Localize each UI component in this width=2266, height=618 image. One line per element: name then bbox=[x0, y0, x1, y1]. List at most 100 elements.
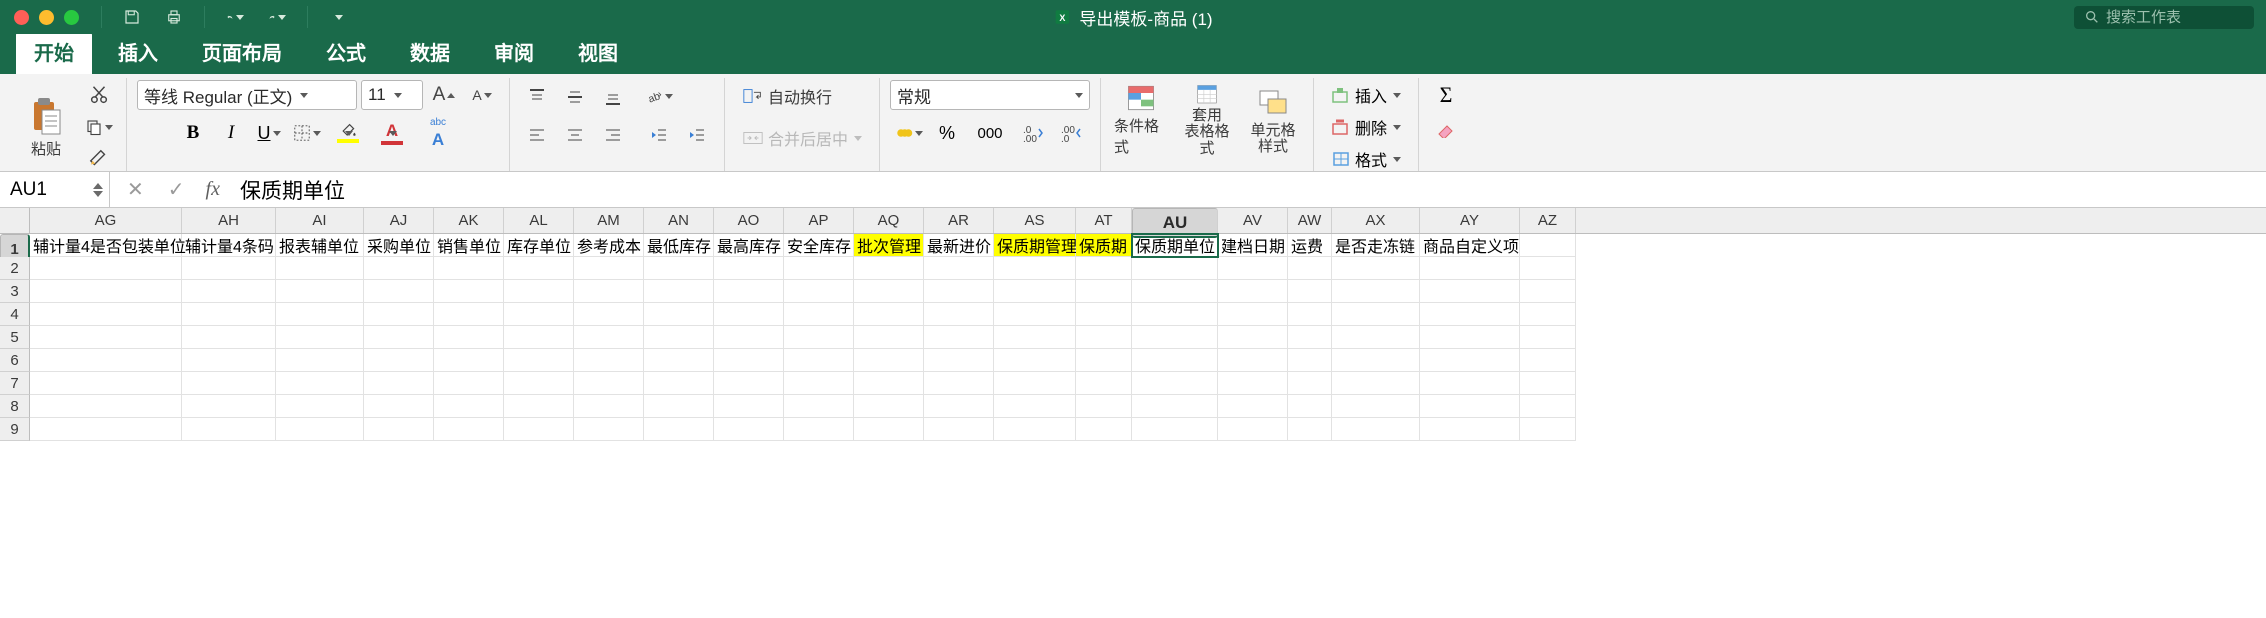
cell[interactable] bbox=[434, 395, 504, 418]
accounting-format-button[interactable] bbox=[892, 118, 926, 148]
cell[interactable] bbox=[1420, 280, 1520, 303]
cell[interactable] bbox=[574, 395, 644, 418]
cell[interactable] bbox=[924, 303, 994, 326]
cell[interactable] bbox=[854, 280, 924, 303]
cell[interactable] bbox=[1288, 280, 1332, 303]
cell[interactable] bbox=[1288, 326, 1332, 349]
cut-button[interactable] bbox=[82, 80, 116, 110]
cell[interactable] bbox=[714, 349, 784, 372]
cell[interactable] bbox=[1332, 257, 1420, 280]
cell[interactable] bbox=[276, 395, 364, 418]
cell[interactable] bbox=[1218, 303, 1288, 326]
cell[interactable] bbox=[1332, 280, 1420, 303]
cell[interactable] bbox=[784, 418, 854, 441]
cell[interactable] bbox=[182, 418, 276, 441]
cell[interactable]: 报表辅单位 bbox=[276, 234, 364, 257]
cell[interactable] bbox=[1420, 395, 1520, 418]
cell[interactable] bbox=[1288, 349, 1332, 372]
cell[interactable]: 保质期 bbox=[1076, 234, 1132, 257]
cell[interactable] bbox=[1132, 349, 1218, 372]
zoom-window-icon[interactable] bbox=[64, 10, 79, 25]
cell[interactable] bbox=[504, 372, 574, 395]
cell[interactable] bbox=[276, 418, 364, 441]
cell[interactable] bbox=[1288, 395, 1332, 418]
cell[interactable] bbox=[924, 326, 994, 349]
close-window-icon[interactable] bbox=[14, 10, 29, 25]
cell[interactable] bbox=[30, 372, 182, 395]
cell[interactable] bbox=[1332, 326, 1420, 349]
paste-button[interactable]: 粘贴 bbox=[16, 87, 76, 167]
cell[interactable] bbox=[644, 372, 714, 395]
row-header[interactable]: 2 bbox=[0, 257, 30, 280]
cell[interactable] bbox=[644, 395, 714, 418]
cell[interactable] bbox=[1218, 326, 1288, 349]
cell[interactable] bbox=[364, 303, 434, 326]
cell[interactable] bbox=[1076, 395, 1132, 418]
column-header[interactable]: AO bbox=[714, 208, 784, 233]
cell[interactable] bbox=[574, 303, 644, 326]
cell[interactable] bbox=[644, 303, 714, 326]
cell[interactable]: 保质期单位 bbox=[1132, 234, 1218, 257]
row-header[interactable]: 7 bbox=[0, 372, 30, 395]
cell[interactable] bbox=[574, 257, 644, 280]
cell[interactable] bbox=[1218, 349, 1288, 372]
cell[interactable] bbox=[994, 372, 1076, 395]
cell[interactable] bbox=[854, 395, 924, 418]
column-header[interactable]: AL bbox=[504, 208, 574, 233]
search-input[interactable] bbox=[2106, 9, 2236, 26]
cell[interactable] bbox=[644, 349, 714, 372]
cell[interactable] bbox=[30, 303, 182, 326]
align-right-button[interactable] bbox=[596, 120, 630, 150]
cell[interactable] bbox=[434, 257, 504, 280]
cell[interactable] bbox=[854, 303, 924, 326]
clear-button[interactable] bbox=[1429, 114, 1463, 144]
cell[interactable] bbox=[1132, 418, 1218, 441]
cell[interactable] bbox=[364, 349, 434, 372]
align-top-button[interactable] bbox=[520, 82, 554, 112]
cell[interactable] bbox=[1076, 303, 1132, 326]
cell[interactable] bbox=[574, 326, 644, 349]
cell[interactable] bbox=[504, 418, 574, 441]
cell[interactable] bbox=[924, 418, 994, 441]
cell[interactable] bbox=[994, 349, 1076, 372]
align-middle-button[interactable] bbox=[558, 82, 592, 112]
customize-qat-icon[interactable] bbox=[326, 5, 350, 29]
column-header[interactable]: AN bbox=[644, 208, 714, 233]
insert-cells-button[interactable]: 插入 bbox=[1324, 80, 1408, 110]
cell[interactable] bbox=[1520, 257, 1576, 280]
cell[interactable] bbox=[182, 303, 276, 326]
increase-indent-button[interactable] bbox=[680, 120, 714, 150]
cell[interactable] bbox=[924, 349, 994, 372]
cell[interactable] bbox=[644, 418, 714, 441]
cell[interactable] bbox=[364, 257, 434, 280]
cell[interactable] bbox=[364, 418, 434, 441]
cell[interactable] bbox=[644, 326, 714, 349]
cell[interactable] bbox=[1076, 280, 1132, 303]
cell[interactable] bbox=[784, 349, 854, 372]
cell[interactable] bbox=[784, 326, 854, 349]
cell[interactable] bbox=[994, 326, 1076, 349]
cell[interactable] bbox=[1520, 372, 1576, 395]
cell[interactable] bbox=[30, 418, 182, 441]
column-header[interactable]: AW bbox=[1288, 208, 1332, 233]
conditional-format-button[interactable]: 条件格式 bbox=[1111, 80, 1171, 160]
cell[interactable] bbox=[784, 395, 854, 418]
cell[interactable] bbox=[434, 280, 504, 303]
cell[interactable] bbox=[784, 257, 854, 280]
cell[interactable] bbox=[1076, 349, 1132, 372]
column-header[interactable]: AR bbox=[924, 208, 994, 233]
italic-button[interactable]: I bbox=[214, 118, 248, 148]
cancel-formula-icon[interactable]: ✕ bbox=[124, 174, 147, 205]
cell[interactable]: 运费 bbox=[1288, 234, 1332, 257]
cell[interactable] bbox=[1218, 395, 1288, 418]
cell[interactable] bbox=[714, 418, 784, 441]
cell[interactable] bbox=[30, 395, 182, 418]
cell[interactable] bbox=[1520, 395, 1576, 418]
font-size-select[interactable]: 11 bbox=[361, 80, 423, 110]
row-header[interactable]: 8 bbox=[0, 395, 30, 418]
cell[interactable] bbox=[1420, 349, 1520, 372]
cell[interactable] bbox=[1076, 372, 1132, 395]
cell[interactable]: 最高库存 bbox=[714, 234, 784, 257]
tab-page-layout[interactable]: 页面布局 bbox=[184, 31, 300, 74]
cell[interactable] bbox=[994, 395, 1076, 418]
